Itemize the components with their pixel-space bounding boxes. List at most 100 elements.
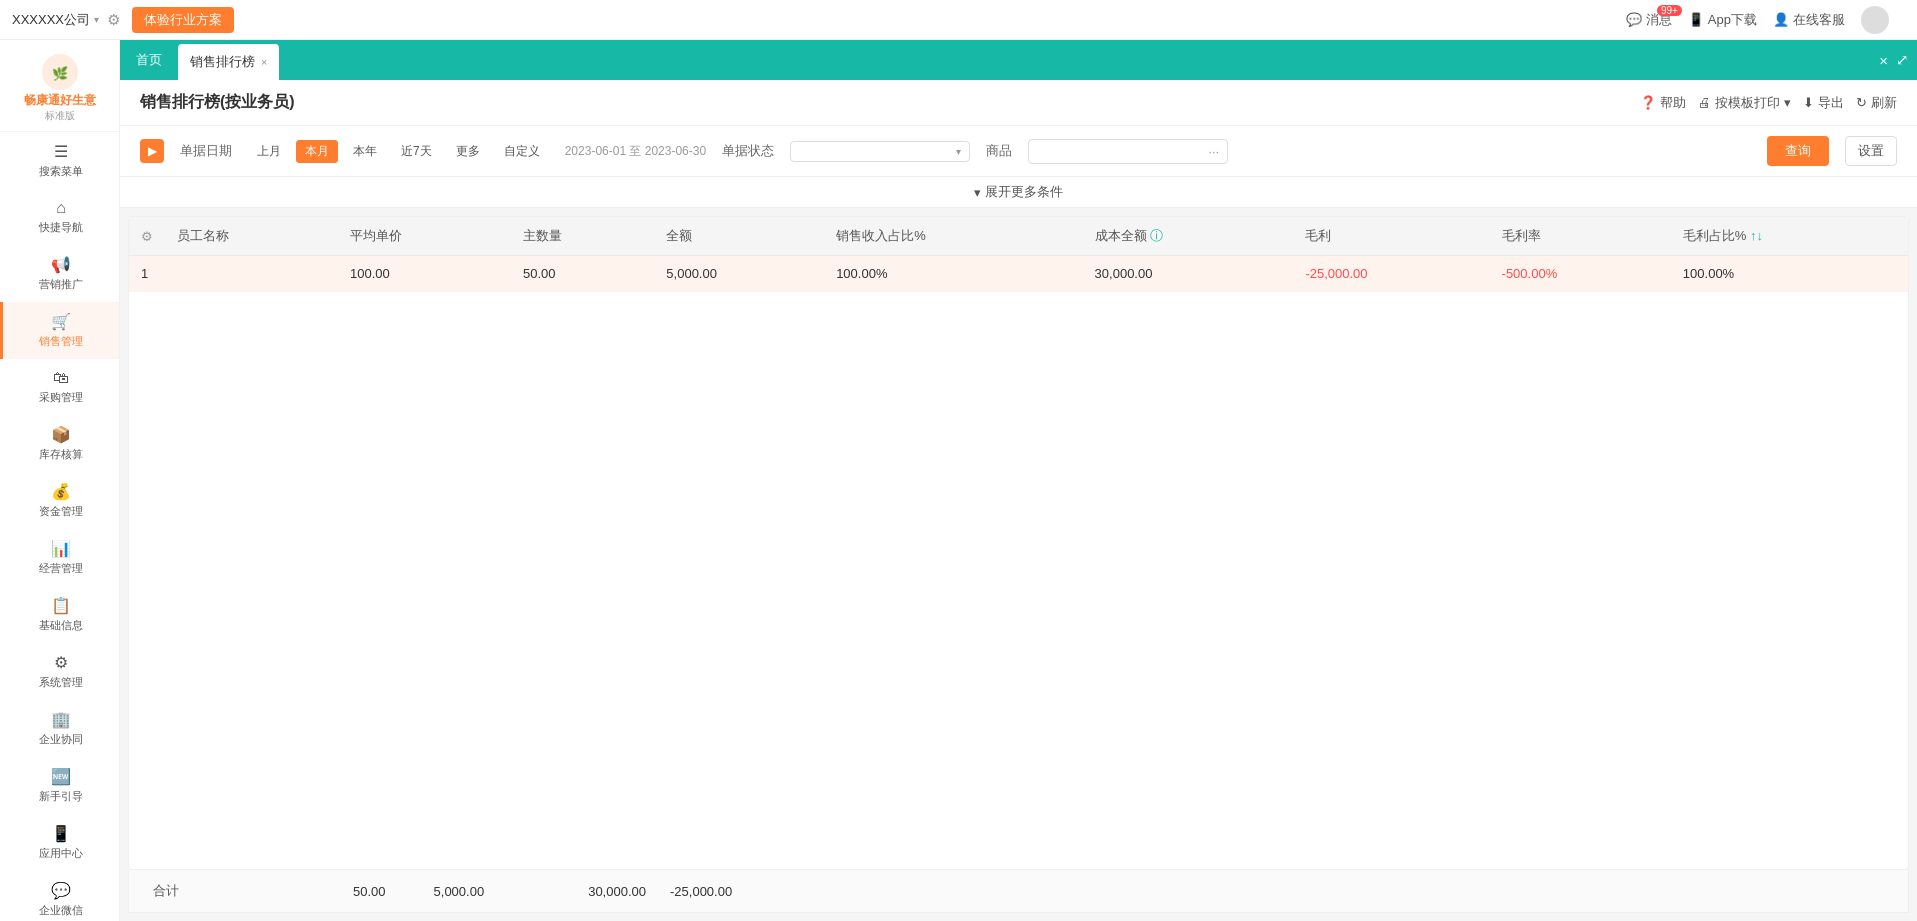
settings-button[interactable]: 设置 — [1845, 136, 1897, 166]
window-close-icon[interactable]: × — [1879, 52, 1888, 69]
footer-sales-pct — [496, 887, 576, 895]
export-button[interactable]: ⬇ 导出 — [1803, 94, 1844, 112]
svg-text:🌿: 🌿 — [52, 65, 69, 82]
brand-sub: 标准版 — [45, 109, 75, 123]
avatar[interactable] — [1861, 6, 1889, 34]
company-selector[interactable]: XXXXXX公司 ▾ — [12, 11, 99, 29]
footer-gross: -25,000.00 — [658, 880, 744, 903]
page-content: 销售排行榜(按业务员) ❓ 帮助 🖨 按模板打印 ▾ ⬇ 导出 — [120, 80, 1917, 921]
service-label: 在线客服 — [1793, 11, 1845, 29]
sidebar-item-basics[interactable]: 📋 基础信息 — [0, 586, 119, 643]
sidebar-item-label: 销售管理 — [39, 334, 83, 349]
company-settings-icon[interactable]: ⚙ — [107, 11, 120, 29]
footer-total-label: 合计 — [141, 878, 261, 904]
sidebar-item-guide[interactable]: 🆕 新手引导 — [0, 757, 119, 814]
status-dropdown[interactable]: ▾ — [790, 141, 970, 162]
page-title: 销售排行榜(按业务员) — [140, 92, 295, 113]
service-icon: 👤 — [1773, 12, 1789, 27]
cell-gross: -25,000.00 — [1293, 256, 1489, 292]
filter-dates: 上月 本月 本年 近7天 更多 自定义 — [248, 140, 549, 163]
gross-pct-info-icon[interactable]: ↑↓ — [1750, 228, 1763, 243]
col-gross-pct: 毛利占比% ↑↓ — [1671, 217, 1908, 256]
message-icon: 💬 — [1626, 12, 1642, 27]
app-download-button[interactable]: 📱 App下载 — [1688, 11, 1757, 29]
date-btn-last-month[interactable]: 上月 — [248, 140, 290, 163]
date-btn-this-year[interactable]: 本年 — [344, 140, 386, 163]
table-header-row: ⚙ 员工名称 平均单价 主数量 全额 销售收入占比% 成本全额 ⓘ 毛利 毛利率 — [129, 217, 1908, 256]
help-button[interactable]: ❓ 帮助 — [1640, 94, 1686, 112]
sidebar-item-app-center[interactable]: 📱 应用中心 — [0, 814, 119, 871]
goods-more-icon[interactable]: ··· — [1208, 144, 1219, 159]
col-gear[interactable]: ⚙ — [129, 217, 165, 256]
sidebar-item-sales[interactable]: 🛒 销售管理 — [0, 302, 119, 359]
search-order-icon: ☰ — [54, 142, 68, 161]
tab-home[interactable]: 首页 — [120, 40, 178, 80]
tab-sales-ranking[interactable]: 销售排行榜 × — [178, 44, 279, 80]
date-btn-more[interactable]: 更多 — [447, 140, 489, 163]
date-btn-this-month[interactable]: 本月 — [296, 140, 338, 163]
wechat-icon: 💬 — [51, 881, 71, 900]
filter-bar: ▶ 单据日期 上月 本月 本年 近7天 更多 自定义 2023-06-01 至 … — [120, 126, 1917, 177]
sidebar-item-label: 采购管理 — [39, 390, 83, 405]
window-expand-icon[interactable]: ⤢ — [1896, 51, 1909, 69]
table-row: 1 100.00 50.00 5,000.00 100.00% 30,000.0… — [129, 256, 1908, 292]
sidebar: 🌿 畅康通好生意 标准版 ☰ 搜索菜单 ⌂ 快捷导航 📢 营销推广 🛒 销售管理… — [0, 40, 120, 921]
sidebar-item-operations[interactable]: 📊 经营管理 — [0, 529, 119, 586]
footer-main-qty: 50.00 — [341, 880, 398, 903]
inventory-icon: 📦 — [51, 425, 71, 444]
system-icon: ⚙ — [54, 653, 68, 672]
goods-dropdown[interactable]: ··· — [1028, 139, 1228, 164]
tab-active-label: 销售排行榜 — [190, 53, 255, 71]
content-area: 首页 销售排行榜 × × ⤢ 销售排行榜(按业务员) ❓ 帮助 — [120, 40, 1917, 921]
sidebar-item-label: 企业微信 — [39, 903, 83, 918]
online-service-button[interactable]: 👤 在线客服 — [1773, 11, 1845, 29]
sales-icon: 🛒 — [51, 312, 71, 331]
date-btn-7days[interactable]: 近7天 — [392, 140, 441, 163]
date-range: 2023-06-01 至 2023-06-30 — [565, 143, 706, 160]
sidebar-item-marketing[interactable]: 📢 营销推广 — [0, 245, 119, 302]
basics-icon: 📋 — [51, 596, 71, 615]
col-gross-rate: 毛利率 — [1490, 217, 1671, 256]
topbar: XXXXXX公司 ▾ ⚙ 体验行业方案 💬 消息 99+ 📱 App下载 👤 在… — [0, 0, 1917, 40]
operations-icon: 📊 — [51, 539, 71, 558]
ranking-table: ⚙ 员工名称 平均单价 主数量 全额 销售收入占比% 成本全额 ⓘ 毛利 毛利率 — [129, 217, 1908, 292]
filter-collapse-button[interactable]: ▶ — [140, 139, 164, 163]
sidebar-item-capital[interactable]: 💰 资金管理 — [0, 472, 119, 529]
query-button[interactable]: 查询 — [1767, 136, 1829, 166]
expand-conditions-button[interactable]: ▾ 展开更多条件 — [974, 183, 1063, 201]
col-main-qty: 主数量 — [511, 217, 654, 256]
sidebar-item-system[interactable]: ⚙ 系统管理 — [0, 643, 119, 700]
sidebar-item-purchase[interactable]: 🛍 采购管理 — [0, 359, 119, 415]
sidebar-logo: 🌿 畅康通好生意 标准版 — [0, 40, 119, 132]
sidebar-item-wechat[interactable]: 💬 企业微信 — [0, 871, 119, 921]
footer-cost: 30,000.00 — [576, 880, 658, 903]
sidebar-item-quick-nav[interactable]: ⌂ 快捷导航 — [0, 189, 119, 245]
guide-icon: 🆕 — [51, 767, 71, 786]
page-actions: ❓ 帮助 🖨 按模板打印 ▾ ⬇ 导出 ↻ 刷新 — [1640, 94, 1897, 112]
sidebar-item-search-order[interactable]: ☰ 搜索菜单 — [0, 132, 119, 189]
refresh-button[interactable]: ↻ 刷新 — [1856, 94, 1897, 112]
tab-close-icon[interactable]: × — [261, 56, 267, 68]
column-settings-icon[interactable]: ⚙ — [141, 229, 153, 244]
sidebar-item-inventory[interactable]: 📦 库存核算 — [0, 415, 119, 472]
brand-name: 畅康通好生意 — [24, 92, 96, 109]
company-chevron-icon: ▾ — [94, 14, 99, 25]
refresh-label: 刷新 — [1871, 94, 1897, 112]
sidebar-item-label: 经营管理 — [39, 561, 83, 576]
trial-button[interactable]: 体验行业方案 — [132, 7, 234, 33]
topbar-right: 💬 消息 99+ 📱 App下载 👤 在线客服 — [1626, 6, 1905, 34]
print-button[interactable]: 🖨 按模板打印 ▾ — [1698, 94, 1791, 112]
sidebar-item-enterprise[interactable]: 🏢 企业协同 — [0, 700, 119, 757]
export-icon: ⬇ — [1803, 95, 1814, 110]
date-btn-custom[interactable]: 自定义 — [495, 140, 549, 163]
main-layout: 🌿 畅康通好生意 标准版 ☰ 搜索菜单 ⌂ 快捷导航 📢 营销推广 🛒 销售管理… — [0, 40, 1917, 921]
filter-expand-row: ▾ 展开更多条件 — [120, 177, 1917, 208]
export-label: 导出 — [1818, 94, 1844, 112]
message-button[interactable]: 💬 消息 99+ — [1626, 11, 1672, 29]
cell-sales-pct: 100.00% — [824, 256, 1082, 292]
cost-info-icon[interactable]: ⓘ — [1150, 228, 1163, 243]
sidebar-item-label: 资金管理 — [39, 504, 83, 519]
cell-gross-rate: -500.00% — [1490, 256, 1671, 292]
cell-name — [165, 256, 338, 292]
sidebar-item-label: 营销推广 — [39, 277, 83, 292]
